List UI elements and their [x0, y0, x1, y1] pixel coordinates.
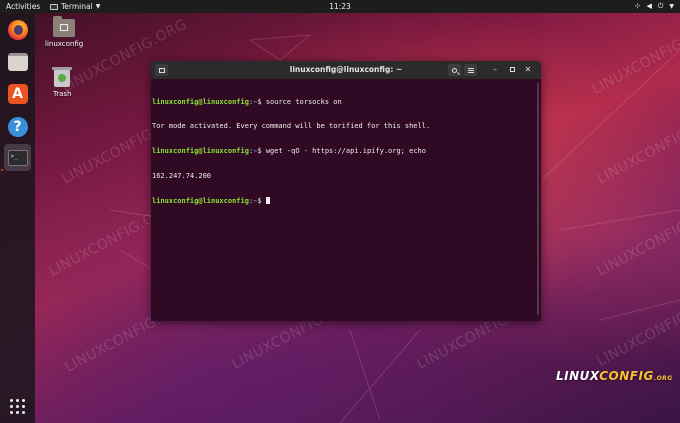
command-text: source torsocks on: [265, 97, 342, 106]
clock[interactable]: 11:23: [329, 1, 351, 12]
activities-button[interactable]: Activities: [6, 1, 40, 12]
files-icon: [7, 52, 28, 71]
brand-logo: LINUXCONFIG.ORG: [556, 369, 673, 383]
brand-logo-org: .ORG: [653, 375, 673, 382]
home-icon: [60, 24, 69, 31]
software-icon: A: [7, 83, 28, 104]
firefox-icon: [7, 19, 28, 40]
terminal-output[interactable]: linuxconfig@linuxconfig:~$ source torsoc…: [152, 81, 536, 319]
terminal-line: Tor mode activated. Every command will b…: [152, 122, 536, 130]
terminal-line: linuxconfig@linuxconfig:~$: [152, 197, 536, 205]
scrollbar[interactable]: [537, 83, 539, 315]
prompt-symbol: $: [257, 147, 266, 156]
desktop-home-label: linuxconfig: [45, 40, 84, 48]
chevron-down-icon: ▼: [95, 3, 101, 10]
command-text: wget -qO - https://api.ipify.org; echo: [265, 147, 426, 156]
volume-icon: ◀: [646, 2, 652, 10]
dock-firefox[interactable]: [4, 16, 31, 43]
running-indicator: [1, 169, 3, 171]
show-applications-icon[interactable]: [10, 399, 25, 414]
terminal-line: linuxconfig@linuxconfig:~$ source torsoc…: [152, 98, 536, 106]
window-title: linuxconfig@linuxconfig: ~: [289, 65, 403, 74]
desktop-trash-label: Trash: [53, 90, 72, 98]
terminal-icon: [50, 3, 58, 10]
terminal-window[interactable]: linuxconfig@linuxconfig: ~ – ✕ linuxconf…: [151, 61, 541, 321]
trash-icon: [52, 67, 73, 87]
maximize-button[interactable]: [507, 65, 517, 75]
terminal-icon: >_: [7, 149, 28, 166]
prompt-user: linuxconfig@linuxconfig: [152, 97, 249, 106]
brand-logo-config: CONFIG: [599, 369, 654, 383]
recycle-icon: [58, 74, 67, 82]
chevron-down-icon: ▼: [669, 3, 674, 10]
minimize-button[interactable]: –: [490, 65, 500, 75]
prompt-user: linuxconfig@linuxconfig: [152, 147, 249, 156]
hamburger-menu-icon: [467, 67, 474, 73]
desktop-home-folder[interactable]: linuxconfig: [45, 16, 84, 48]
terminal-headerbar[interactable]: linuxconfig@linuxconfig: ~ – ✕: [151, 61, 541, 79]
minimize-icon: –: [493, 65, 497, 74]
new-tab-button[interactable]: [155, 64, 168, 76]
dock-files[interactable]: [4, 48, 31, 75]
command-output: 162.247.74.200: [152, 172, 212, 181]
text-cursor: [265, 197, 270, 205]
help-icon: ?: [7, 116, 28, 137]
search-button[interactable]: [448, 64, 461, 76]
dock-help[interactable]: ?: [4, 113, 31, 140]
close-icon: ✕: [524, 65, 532, 74]
dock: A ? >_: [0, 13, 35, 423]
prompt-user: linuxconfig@linuxconfig: [152, 197, 249, 206]
menu-button[interactable]: [464, 64, 477, 76]
top-bar: Activities Terminal ▼ 11:23 ⊹ ◀ ⏻ ▼: [0, 0, 680, 13]
terminal-line: 162.247.74.200: [152, 172, 536, 180]
power-icon: ⏻: [657, 2, 664, 10]
app-menu-button[interactable]: Terminal ▼: [50, 1, 100, 12]
command-output: Tor mode activated. Every command will b…: [152, 122, 431, 131]
close-button[interactable]: ✕: [523, 65, 533, 75]
app-menu-label: Terminal: [61, 2, 93, 11]
prompt-symbol: $: [257, 197, 266, 206]
dock-software[interactable]: A: [4, 80, 31, 107]
home-folder-icon: [53, 16, 76, 37]
terminal-line: linuxconfig@linuxconfig:~$ wget -qO - ht…: [152, 147, 536, 155]
new-tab-icon: [158, 67, 165, 73]
dock-terminal[interactable]: >_: [4, 144, 31, 171]
brand-logo-linux: LINUX: [556, 369, 600, 383]
system-tray[interactable]: ⊹ ◀ ⏻ ▼: [635, 1, 674, 12]
search-icon: [452, 67, 457, 73]
network-icon: ⊹: [634, 2, 641, 10]
desktop-trash[interactable]: Trash: [52, 67, 73, 98]
maximize-icon: [509, 67, 515, 72]
prompt-symbol: $: [257, 97, 266, 106]
